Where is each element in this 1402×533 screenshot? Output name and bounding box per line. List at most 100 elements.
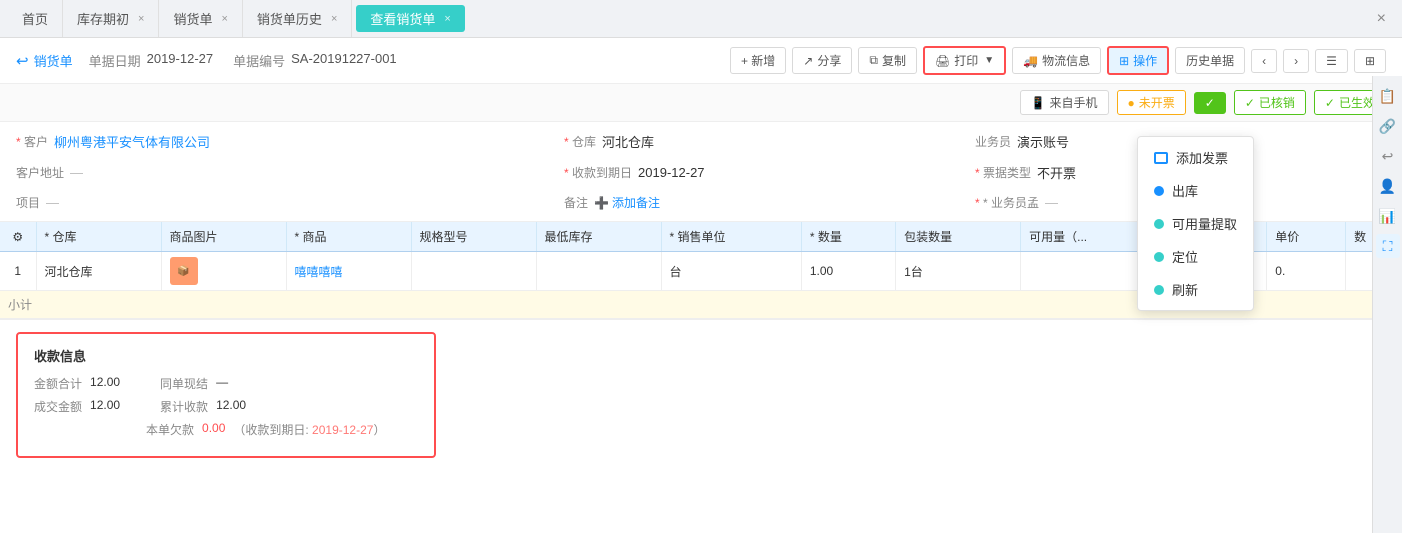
- current-due-field: 本单欠款 0.00 （收款到期日: 2019-12-27）: [146, 421, 385, 438]
- close-inventory-tab[interactable]: ×: [138, 13, 144, 25]
- payment-date-field: 收款到期日 2019-12-27: [564, 163, 975, 182]
- operations-dropdown: 添加发票 出库 可用量提取 定位 刷新: [1137, 136, 1254, 311]
- new-button[interactable]: + 新增: [730, 47, 786, 74]
- next-button[interactable]: ›: [1283, 49, 1309, 73]
- doc-date-value: 2019-12-27: [147, 51, 214, 70]
- locate-item[interactable]: 定位: [1138, 240, 1253, 273]
- col-min-stock: 最低库存: [536, 222, 661, 252]
- note-field: 备注 ➕ 添加备注: [564, 194, 975, 211]
- print-button[interactable]: 🖨 打印 ▼: [923, 46, 1006, 75]
- sidebar-icon-5[interactable]: 📊: [1376, 204, 1400, 228]
- doc-number: 单据编号 SA-20191227-001: [233, 51, 397, 70]
- qty-icon: [1154, 219, 1164, 229]
- close-history-tab[interactable]: ×: [331, 13, 337, 25]
- doc-type: ↩ 销货单: [16, 51, 73, 70]
- project-value: —: [46, 195, 59, 210]
- col-product: * 商品: [286, 222, 411, 252]
- tab-sales[interactable]: 销货单 ×: [159, 0, 242, 37]
- grid-view-button[interactable]: ⊞: [1354, 49, 1386, 73]
- product-image: 📦: [170, 257, 198, 285]
- locate-icon: [1154, 252, 1164, 262]
- doc-type-label: 销货单: [34, 51, 73, 70]
- receipt-row-3: 本单欠款 0.00 （收款到期日: 2019-12-27）: [34, 421, 418, 438]
- tab-inventory[interactable]: 库存期初 ×: [63, 0, 159, 37]
- available-qty-item[interactable]: 可用量提取: [1138, 207, 1253, 240]
- voided-btn[interactable]: ✓ 已核销: [1234, 90, 1306, 115]
- close-button[interactable]: ×: [1369, 10, 1394, 28]
- print-icon: 🖨: [935, 54, 950, 68]
- plus-icon: ➕: [594, 196, 609, 210]
- receipt-row-2: 成交金额 12.00 累计收款 12.00: [34, 398, 418, 415]
- warehouse-value: 河北仓库: [602, 132, 654, 151]
- col-gear[interactable]: ⚙: [0, 222, 36, 252]
- same-order-value: —: [216, 375, 228, 392]
- sidebar-icon-4[interactable]: 👤: [1376, 174, 1400, 198]
- sidebar-icon-2[interactable]: 🔗: [1376, 114, 1400, 138]
- history-button[interactable]: 历史单据: [1175, 47, 1245, 74]
- doc-date: 单据日期 2019-12-27: [89, 51, 214, 70]
- tab-view-sales[interactable]: 查看销货单 ×: [356, 5, 464, 32]
- cumulative-field: 累计收款 12.00: [160, 398, 246, 415]
- void-icon: ✓: [1245, 96, 1255, 110]
- sidebar-icon-3[interactable]: ↩: [1376, 144, 1400, 168]
- logistics-button[interactable]: 🚚 物流信息: [1012, 47, 1101, 74]
- current-due-value: 0.00: [202, 421, 225, 438]
- col-spec: 规格型号: [411, 222, 536, 252]
- close-sales-tab[interactable]: ×: [221, 13, 227, 25]
- row-unit-price: 0.: [1267, 252, 1346, 291]
- sidebar-icon-6[interactable]: ⛶: [1376, 234, 1400, 258]
- refresh-item[interactable]: 刷新: [1138, 273, 1253, 306]
- col-quantity: * 数量: [801, 222, 895, 252]
- tab-home[interactable]: 首页: [8, 0, 63, 37]
- same-order-label: 同单现结: [160, 375, 208, 392]
- same-order-field: 同单现结 —: [160, 375, 228, 392]
- row-unit: 台: [661, 252, 801, 291]
- bottom-section: 收款信息 金额合计 12.00 同单现结 — 成交金额 12.00 累计收款: [0, 320, 1402, 470]
- transaction-amount-value: 12.00: [90, 398, 120, 415]
- transaction-amount-label: 成交金额: [34, 398, 82, 415]
- customer-label: 客户: [16, 133, 48, 150]
- warehouse-label: 仓库: [564, 133, 596, 150]
- current-due-label: 本单欠款: [146, 421, 194, 438]
- doc-info: 单据日期 2019-12-27 单据编号 SA-20191227-001: [89, 51, 397, 70]
- sidebar-icon-1[interactable]: 📋: [1376, 84, 1400, 108]
- ship-out-item[interactable]: 出库: [1138, 174, 1253, 207]
- not-open-btn[interactable]: ● 未开票: [1117, 90, 1186, 115]
- amount-total-label: 金额合计: [34, 375, 82, 392]
- main-content: ↩ 销货单 单据日期 2019-12-27 单据编号 SA-20191227-0…: [0, 38, 1402, 533]
- cumulative-label: 累计收款: [160, 398, 208, 415]
- prev-button[interactable]: ‹: [1251, 49, 1277, 73]
- ship-icon: [1154, 186, 1164, 196]
- row-warehouse: 河北仓库: [36, 252, 161, 291]
- col-unit: * 销售单位: [661, 222, 801, 252]
- project-field: 项目 —: [16, 194, 564, 211]
- add-note-btn[interactable]: ➕ 添加备注: [594, 194, 660, 211]
- from-phone-btn[interactable]: 📱 来自手机: [1020, 90, 1109, 115]
- toolbar: + 新增 ↗ 分享 ⧉ 复制 🖨 打印 ▼ 🚚 物流信息 ⊞ 操作: [730, 46, 1386, 75]
- refresh-icon: [1154, 285, 1164, 295]
- row-product[interactable]: 嘻嘻嘻嘻: [286, 252, 411, 291]
- receipt-title: 收款信息: [34, 346, 418, 365]
- project-label: 项目: [16, 194, 40, 211]
- copy-button[interactable]: ⧉ 复制: [858, 47, 917, 74]
- doc-header: ↩ 销货单 单据日期 2019-12-27 单据编号 SA-20191227-0…: [0, 38, 1402, 84]
- col-image: 商品图片: [161, 222, 286, 252]
- logistics-icon: 🚚: [1023, 54, 1038, 68]
- share-button[interactable]: ↗ 分享: [792, 47, 852, 74]
- employee-label: 业务员: [975, 133, 1011, 150]
- customer-value[interactable]: 柳州粤港平安气体有限公司: [54, 132, 210, 151]
- check-btn[interactable]: ✓: [1194, 92, 1226, 114]
- customer-field: 客户 柳州粤港平安气体有限公司: [16, 132, 564, 151]
- operations-icon: ⊞: [1119, 54, 1129, 68]
- effective-icon: ✓: [1325, 96, 1335, 110]
- ticket-type-value: 不开票: [1037, 163, 1076, 182]
- operations-button[interactable]: ⊞ 操作: [1107, 46, 1169, 75]
- receipt-row-1: 金额合计 12.00 同单现结 —: [34, 375, 418, 392]
- add-invoice-item[interactable]: 添加发票: [1138, 141, 1253, 174]
- list-view-button[interactable]: ☰: [1315, 49, 1348, 73]
- close-view-tab[interactable]: ×: [444, 13, 450, 25]
- doc-number-value: SA-20191227-001: [291, 51, 397, 70]
- due-date-note: （收款到期日: 2019-12-27）: [233, 421, 385, 438]
- salesperson-value: —: [1045, 195, 1058, 210]
- tab-sales-history[interactable]: 销货单历史 ×: [243, 0, 352, 37]
